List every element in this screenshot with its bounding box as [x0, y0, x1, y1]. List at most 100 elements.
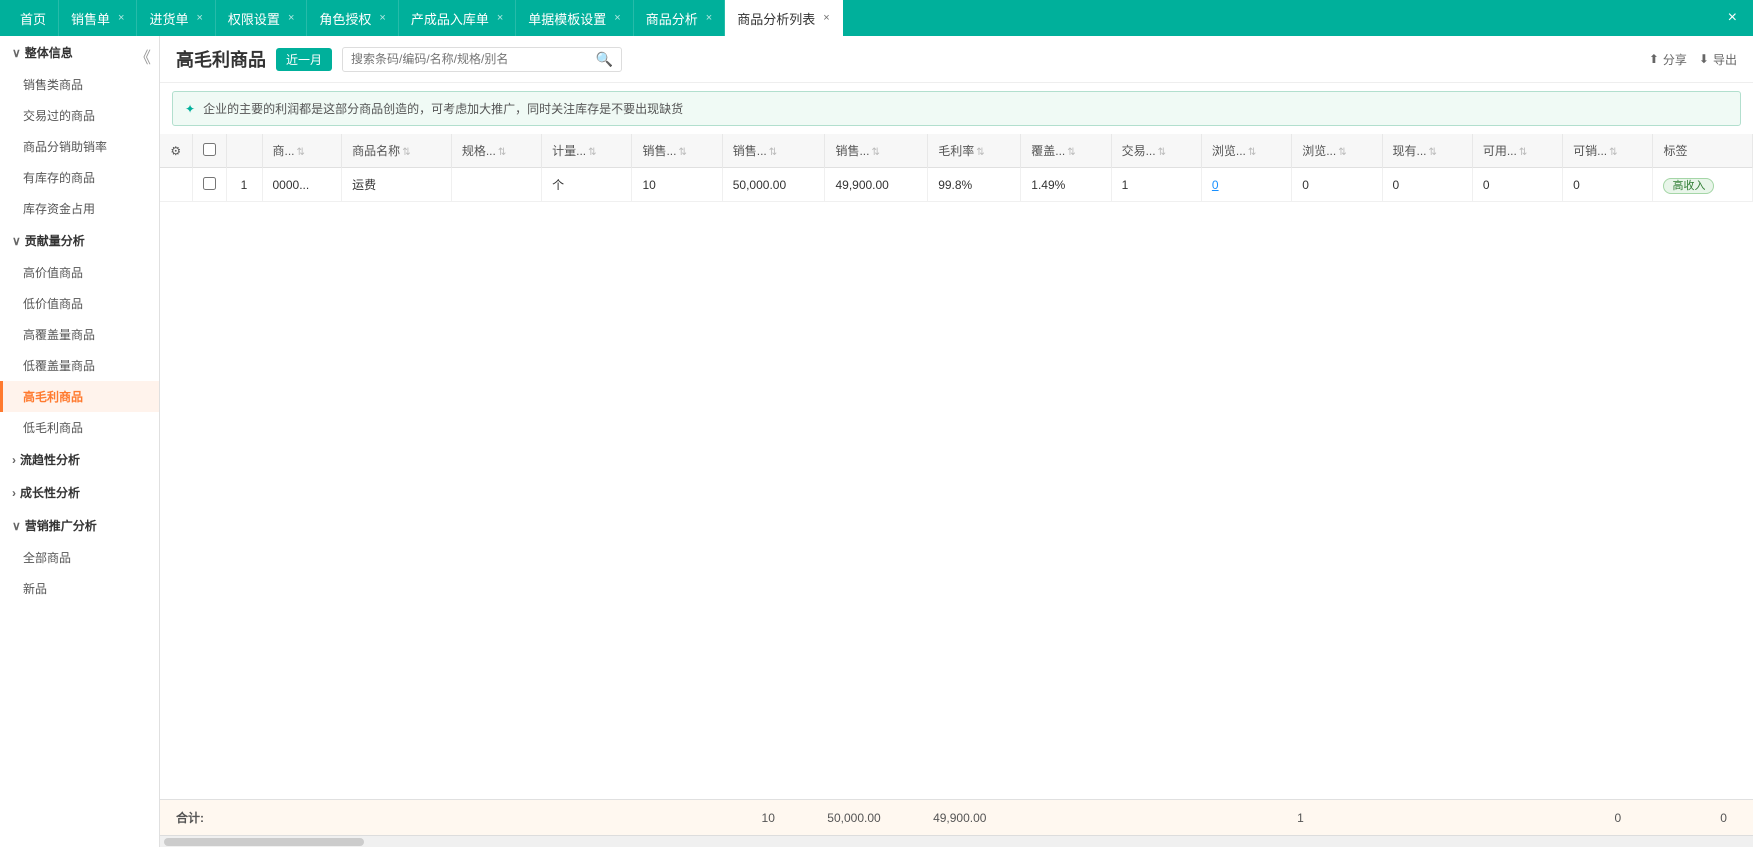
horizontal-scrollbar[interactable] [160, 835, 1753, 847]
col-trade[interactable]: 交易...⇅ [1111, 134, 1201, 168]
footer-trade: 1 [1208, 811, 1314, 825]
sort-icon-2: ⇅ [402, 147, 410, 158]
time-filter-button[interactable]: 近一月 [276, 48, 332, 71]
sort-icon-10: ⇅ [1158, 147, 1166, 158]
scrollbar-thumb[interactable] [164, 838, 364, 846]
col-current-stock[interactable]: 现有...⇅ [1382, 134, 1472, 168]
row-checkbox[interactable] [192, 168, 226, 202]
select-all-checkbox[interactable] [203, 143, 216, 156]
close-all-tabs[interactable]: × [1720, 9, 1745, 27]
tab-analysis-close[interactable]: × [706, 12, 712, 24]
row-select-checkbox[interactable] [203, 177, 216, 190]
sidebar-item-low-margin[interactable]: 低毛利商品 [0, 412, 159, 443]
sort-icon-15: ⇅ [1609, 147, 1617, 158]
tab-template[interactable]: 单据模板设置 × [516, 0, 633, 36]
sort-icon-9: ⇅ [1067, 147, 1075, 158]
main-layout: 《 ∨ 整体信息 销售类商品 交易过的商品 商品分销助销率 有库存的商品 库存资… [0, 36, 1753, 847]
table-wrapper[interactable]: ⚙ 商...⇅ 商品名称⇅ 规格...⇅ 计量...⇅ 销售...⇅ 销售...… [160, 134, 1753, 799]
sidebar-group-contribution: ∨ 贡献量分析 高价值商品 低价值商品 高覆盖量商品 低覆盖量商品 高毛利商品 … [0, 224, 159, 443]
content-title: 高毛利商品 [176, 46, 266, 72]
footer-sales-qty: 10 [679, 811, 785, 825]
sidebar-item-high-margin[interactable]: 高毛利商品 [0, 381, 159, 412]
row-code[interactable]: 0000... [262, 168, 342, 202]
sidebar-item-all-goods[interactable]: 全部商品 [0, 542, 159, 573]
tag-badge: 高收入 [1663, 178, 1714, 194]
col-sales-qty[interactable]: 销售...⇅ [632, 134, 722, 168]
col-spec[interactable]: 规格...⇅ [451, 134, 541, 168]
col-browse2[interactable]: 浏览...⇅ [1292, 134, 1382, 168]
sidebar-group-contribution-label: 贡献量分析 [25, 232, 85, 249]
sidebar-item-high-value[interactable]: 高价值商品 [0, 257, 159, 288]
col-sales-cost[interactable]: 销售...⇅ [825, 134, 928, 168]
tab-home[interactable]: 首页 [8, 0, 59, 36]
sidebar-item-in-stock[interactable]: 有库存的商品 [0, 162, 159, 193]
sidebar-item-low-value[interactable]: 低价值商品 [0, 288, 159, 319]
col-saleable[interactable]: 可销...⇅ [1563, 134, 1653, 168]
sidebar-group-growth-title[interactable]: › 成长性分析 [0, 476, 159, 509]
tab-analysis-list-close[interactable]: × [823, 12, 829, 24]
tab-analysis[interactable]: 商品分析 × [634, 0, 725, 36]
row-gear [160, 168, 192, 202]
col-gross-margin[interactable]: 毛利率⇅ [928, 134, 1021, 168]
sidebar-group-contribution-title[interactable]: ∨ 贡献量分析 [0, 224, 159, 257]
tab-sales-close[interactable]: × [118, 12, 124, 24]
sidebar-group-marketing-title[interactable]: ∨ 营销推广分析 [0, 509, 159, 542]
sort-icon-13: ⇅ [1429, 147, 1437, 158]
col-available-stock[interactable]: 可用...⇅ [1472, 134, 1562, 168]
row-browse1[interactable]: 0 [1201, 168, 1291, 202]
row-sales-amount: 50,000.00 [722, 168, 825, 202]
arrow-icon-4: › [12, 486, 16, 500]
sidebar-collapse-button[interactable]: 《 [135, 44, 151, 68]
sidebar-item-distribution-rate[interactable]: 商品分销助销率 [0, 131, 159, 162]
footer-sales-amount: 50,000.00 [785, 811, 891, 825]
col-sales-amount[interactable]: 销售...⇅ [722, 134, 825, 168]
sidebar-group-growth: › 成长性分析 [0, 476, 159, 509]
sort-icon-5: ⇅ [678, 147, 686, 158]
tab-permission[interactable]: 权限设置 × [216, 0, 307, 36]
col-checkbox[interactable] [192, 134, 226, 168]
tab-role[interactable]: 角色授权 × [307, 0, 398, 36]
notice-text: 企业的主要的利润都是这部分商品创造的，可考虑加大推广，同时关注库存是不要出现缺货 [203, 100, 683, 117]
data-table: ⚙ 商...⇅ 商品名称⇅ 规格...⇅ 计量...⇅ 销售...⇅ 销售...… [160, 134, 1753, 202]
browse1-link[interactable]: 0 [1212, 178, 1219, 192]
sidebar-group-growth-label: 成长性分析 [20, 484, 80, 501]
top-nav: 首页 销售单 × 进货单 × 权限设置 × 角色授权 × 产成品入库单 × 单据… [0, 0, 1753, 36]
share-button[interactable]: ⬆ 分享 [1649, 51, 1687, 68]
col-coverage[interactable]: 覆盖...⇅ [1021, 134, 1111, 168]
arrow-icon: ∨ [12, 46, 21, 60]
arrow-icon-3: › [12, 453, 16, 467]
tab-product-in-close[interactable]: × [497, 12, 503, 24]
tab-permission-close[interactable]: × [288, 12, 294, 24]
row-browse2: 0 [1292, 168, 1382, 202]
tab-template-close[interactable]: × [614, 12, 620, 24]
sidebar-item-high-coverage[interactable]: 高覆盖量商品 [0, 319, 159, 350]
row-available-stock: 0 [1472, 168, 1562, 202]
sidebar-item-low-coverage[interactable]: 低覆盖量商品 [0, 350, 159, 381]
row-name: 运费 [342, 168, 452, 202]
row-tag: 高收入 [1653, 168, 1753, 202]
col-tag[interactable]: 标签 [1653, 134, 1753, 168]
col-unit[interactable]: 计量...⇅ [542, 134, 632, 168]
content-area: 高毛利商品 近一月 🔍 ⬆ 分享 ⬇ 导出 ✦ 企业的主要的利润都是这部分商品创… [160, 36, 1753, 847]
tab-sales[interactable]: 销售单 × [59, 0, 137, 36]
sidebar-item-new-goods[interactable]: 新品 [0, 573, 159, 604]
col-code[interactable]: 商...⇅ [262, 134, 342, 168]
sidebar-item-stock-capital[interactable]: 库存资金占用 [0, 193, 159, 224]
sidebar-item-traded-goods[interactable]: 交易过的商品 [0, 100, 159, 131]
tab-purchase-close[interactable]: × [196, 12, 202, 24]
table-header-row: ⚙ 商...⇅ 商品名称⇅ 规格...⇅ 计量...⇅ 销售...⇅ 销售...… [160, 134, 1753, 168]
col-name[interactable]: 商品名称⇅ [342, 134, 452, 168]
sidebar-group-overall-label: 整体信息 [25, 44, 73, 61]
search-input[interactable] [351, 52, 590, 66]
export-button[interactable]: ⬇ 导出 [1699, 51, 1737, 68]
search-icon[interactable]: 🔍 [596, 51, 613, 68]
tab-role-close[interactable]: × [379, 12, 385, 24]
tab-analysis-list[interactable]: 商品分析列表 × [725, 0, 842, 36]
tab-purchase[interactable]: 进货单 × [137, 0, 215, 36]
sidebar-group-trend-title[interactable]: › 流趋性分析 [0, 443, 159, 476]
tab-product-in[interactable]: 产成品入库单 × [399, 0, 516, 36]
col-gear[interactable]: ⚙ [160, 134, 192, 168]
sidebar-item-sales-goods[interactable]: 销售类商品 [0, 69, 159, 100]
col-browse1[interactable]: 浏览...⇅ [1201, 134, 1291, 168]
row-num: 1 [226, 168, 262, 202]
